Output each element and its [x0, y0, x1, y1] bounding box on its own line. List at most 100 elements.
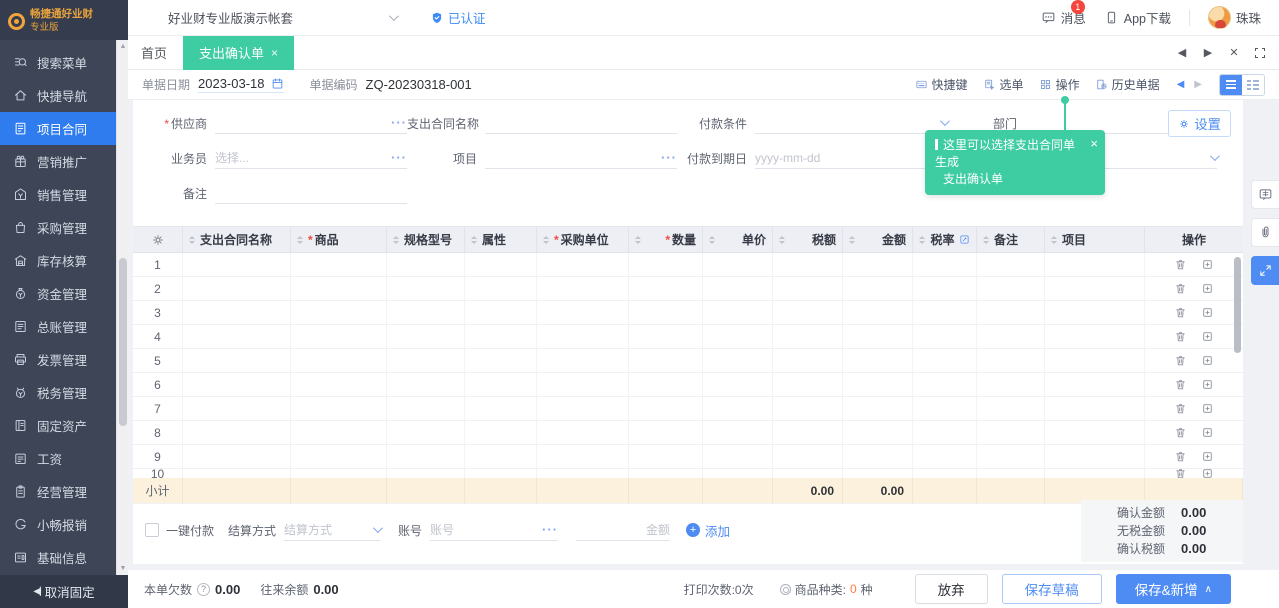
- column-header-9[interactable]: 金额: [843, 227, 913, 252]
- cell-8[interactable]: [773, 445, 843, 468]
- cell-1[interactable]: [183, 349, 291, 372]
- column-header-12[interactable]: 项目: [1045, 227, 1145, 252]
- cell-11[interactable]: [977, 301, 1045, 324]
- cell-12[interactable]: [1045, 397, 1145, 420]
- cell-2[interactable]: [291, 469, 387, 478]
- row-actions[interactable]: [1145, 349, 1243, 372]
- cell-3[interactable]: [387, 421, 465, 444]
- cell-12[interactable]: [1045, 445, 1145, 468]
- attachment-button[interactable]: [1251, 218, 1279, 247]
- lookup-ellipsis-icon[interactable]: ···: [542, 523, 558, 536]
- delete-row-icon[interactable]: [1174, 306, 1187, 319]
- form-view-button[interactable]: [1242, 74, 1264, 95]
- cell-7[interactable]: [703, 277, 773, 300]
- cell-8[interactable]: [773, 277, 843, 300]
- insert-row-icon[interactable]: [1201, 450, 1214, 463]
- sort-icon[interactable]: [393, 235, 399, 244]
- prev-record-icon[interactable]: ◀: [1177, 79, 1185, 90]
- cell-10[interactable]: [913, 421, 977, 444]
- cell-9[interactable]: [843, 253, 913, 276]
- row-actions[interactable]: [1145, 421, 1243, 444]
- cell-11[interactable]: [977, 349, 1045, 372]
- amount-input[interactable]: 金额: [576, 519, 671, 541]
- expand-button[interactable]: [1251, 256, 1279, 285]
- cell-2[interactable]: [291, 349, 387, 372]
- sort-icon[interactable]: [189, 235, 195, 244]
- cell-10[interactable]: [913, 301, 977, 324]
- column-settings-button[interactable]: [133, 227, 183, 252]
- cell-5[interactable]: [537, 349, 629, 372]
- history-button[interactable]: 历史单据: [1095, 76, 1160, 93]
- cell-11[interactable]: [977, 421, 1045, 444]
- sidebar-item-warehouse[interactable]: 库存核算: [0, 244, 116, 277]
- column-header-1[interactable]: 支出合同名称: [183, 227, 291, 252]
- memo-input[interactable]: [215, 182, 407, 204]
- insert-row-icon[interactable]: [1201, 469, 1214, 478]
- delete-row-icon[interactable]: [1174, 469, 1187, 478]
- cell-10[interactable]: [913, 325, 977, 348]
- cell-6[interactable]: [629, 253, 703, 276]
- cell-7[interactable]: [703, 373, 773, 396]
- cell-5[interactable]: [537, 277, 629, 300]
- cell-5[interactable]: [537, 325, 629, 348]
- cell-2[interactable]: [291, 277, 387, 300]
- settle-method-select[interactable]: 结算方式: [284, 519, 383, 541]
- tab-scroll-right-icon[interactable]: ▶: [1195, 46, 1221, 59]
- cell-5[interactable]: [537, 301, 629, 324]
- insert-row-icon[interactable]: [1201, 258, 1214, 271]
- cell-10[interactable]: [913, 349, 977, 372]
- sidebar-item-contract[interactable]: 项目合同: [0, 112, 116, 145]
- cell-7[interactable]: [703, 421, 773, 444]
- delete-row-icon[interactable]: [1174, 282, 1187, 295]
- account-selector[interactable]: 好业财专业版演示帐套: [168, 8, 399, 27]
- save-draft-button[interactable]: 保存草稿: [1001, 574, 1102, 604]
- cell-5[interactable]: [537, 469, 629, 478]
- calendar-icon[interactable]: [271, 77, 284, 90]
- cell-2[interactable]: [291, 373, 387, 396]
- next-record-icon[interactable]: ▶: [1194, 79, 1202, 90]
- account-input[interactable]: 账号 ···: [430, 519, 559, 541]
- help-icon[interactable]: ?: [197, 582, 211, 596]
- cell-10[interactable]: [913, 397, 977, 420]
- cell-11[interactable]: [977, 469, 1045, 478]
- save-and-new-button[interactable]: 保存&新增 ∧: [1115, 574, 1231, 604]
- cell-10[interactable]: [913, 253, 977, 276]
- cell-3[interactable]: [387, 301, 465, 324]
- doc-date-field[interactable]: 2023-03-18: [198, 76, 284, 93]
- cell-6[interactable]: [629, 373, 703, 396]
- insert-row-icon[interactable]: [1201, 426, 1214, 439]
- sort-icon[interactable]: [297, 235, 303, 244]
- cell-1[interactable]: [183, 445, 291, 468]
- cell-11[interactable]: [977, 277, 1045, 300]
- cell-3[interactable]: [387, 349, 465, 372]
- sort-icon[interactable]: [635, 235, 641, 244]
- sidebar-item-reimburse[interactable]: 小畅报销: [0, 508, 116, 541]
- cell-12[interactable]: [1045, 277, 1145, 300]
- cell-4[interactable]: [465, 301, 537, 324]
- sidebar-scroll-down-icon[interactable]: ▼: [117, 562, 128, 575]
- delete-row-icon[interactable]: [1174, 426, 1187, 439]
- cell-4[interactable]: [465, 349, 537, 372]
- sidebar-item-sale[interactable]: 销售管理: [0, 178, 116, 211]
- column-header-8[interactable]: 税额: [773, 227, 843, 252]
- cell-11[interactable]: [977, 445, 1045, 468]
- cell-5[interactable]: [537, 373, 629, 396]
- cell-6[interactable]: [629, 397, 703, 420]
- contract-name-input[interactable]: [485, 112, 677, 134]
- delete-row-icon[interactable]: [1174, 450, 1187, 463]
- discard-button[interactable]: 放弃: [914, 574, 988, 604]
- cell-1[interactable]: [183, 421, 291, 444]
- cell-4[interactable]: [465, 397, 537, 420]
- cell-6[interactable]: [629, 421, 703, 444]
- sidebar-scrollbar-thumb[interactable]: [119, 258, 127, 426]
- cell-1[interactable]: [183, 469, 291, 478]
- cell-8[interactable]: [773, 373, 843, 396]
- tab-home[interactable]: 首页: [141, 43, 167, 62]
- settings-button[interactable]: 设置: [1168, 110, 1231, 137]
- cell-2[interactable]: [291, 445, 387, 468]
- cell-11[interactable]: [977, 373, 1045, 396]
- delete-row-icon[interactable]: [1174, 330, 1187, 343]
- cell-4[interactable]: [465, 277, 537, 300]
- supplier-input[interactable]: ···: [215, 112, 407, 134]
- row-actions[interactable]: [1145, 253, 1243, 276]
